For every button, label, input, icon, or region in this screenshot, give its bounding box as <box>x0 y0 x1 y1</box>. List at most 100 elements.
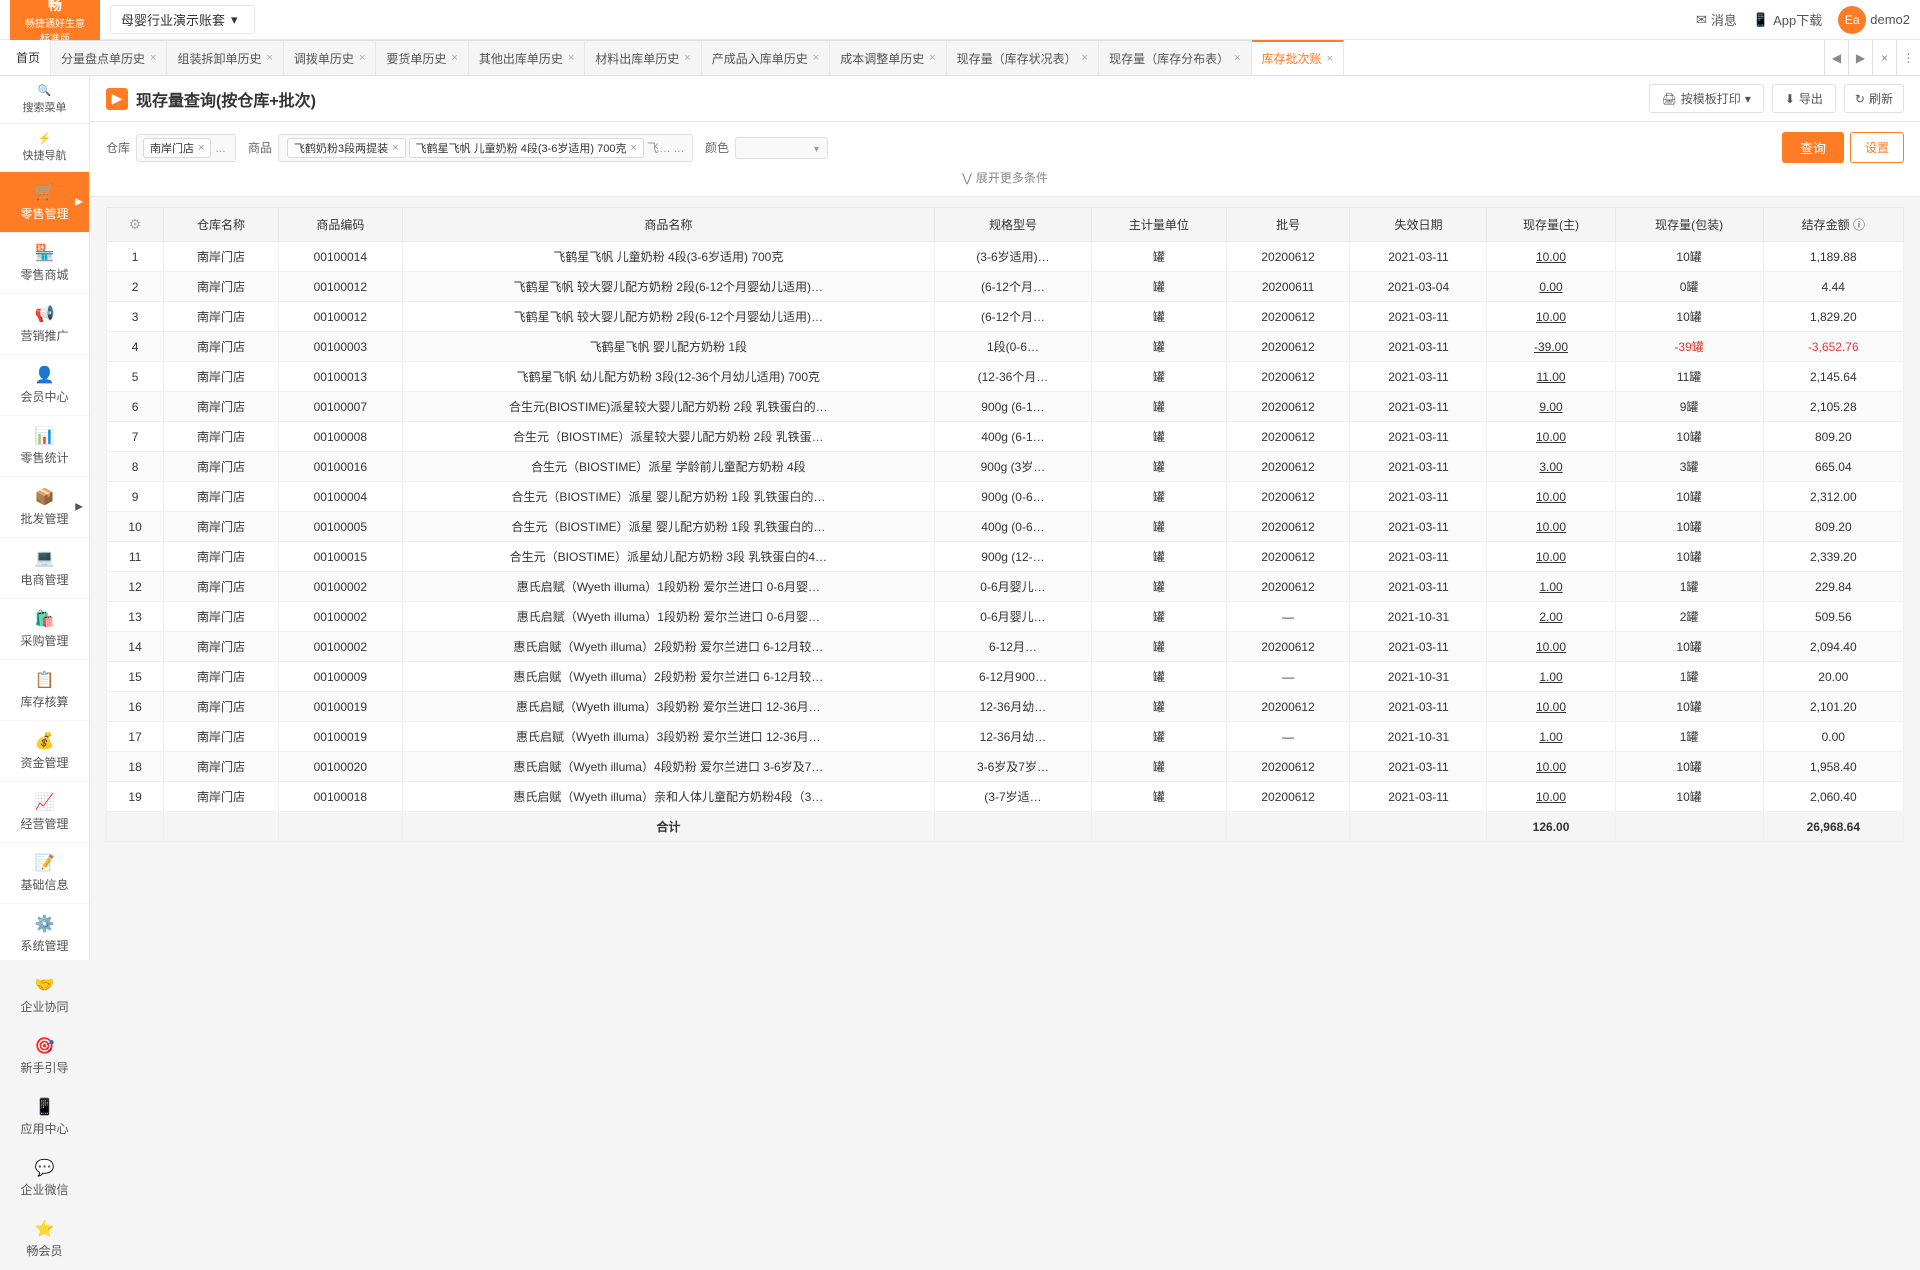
tab-combo-history[interactable]: 组装拆卸单历史 × <box>167 40 283 76</box>
tab-inventory-status[interactable]: 现存量（库存状况表） × <box>947 40 1099 76</box>
app-download-button[interactable]: 📱 App下载 <box>1753 10 1822 29</box>
warehouse-more-dots[interactable]: ... <box>215 141 225 155</box>
tab-close-icon[interactable]: × <box>1234 52 1240 64</box>
sidebar-item-shop[interactable]: 🏪 零售商城 <box>0 233 89 294</box>
cell-expire: 2021-03-04 <box>1350 272 1487 302</box>
toggle-sidebar-button[interactable]: ▶ <box>106 88 128 110</box>
expand-conditions-button[interactable]: ⋁ 展开更多条件 <box>962 169 1048 186</box>
sidebar-item-marketing[interactable]: 📢 营销推广 <box>0 294 89 355</box>
tab-close-icon[interactable]: × <box>451 52 457 64</box>
sidebar-search[interactable]: 🔍 搜索菜单 <box>0 76 89 124</box>
export-button[interactable]: ⬇ 导出 <box>1772 84 1836 113</box>
tab-material-out-history[interactable]: 材料出库单历史 × <box>585 40 701 76</box>
sidebar-item-purchase[interactable]: 🛍️ 采购管理 <box>0 599 89 660</box>
tab-product-in-history[interactable]: 产成品入库单历史 × <box>702 40 830 76</box>
cell-qty-main[interactable]: 10.00 <box>1487 302 1615 332</box>
warehouse-tag-container[interactable]: 南岸门店 × ... <box>136 134 236 162</box>
sidebar-item-retail-stats[interactable]: 📊 零售统计 <box>0 416 89 477</box>
product-tag-container[interactable]: 飞鹤奶粉3段两提装 × 飞鹤星飞帆 儿童奶粉 4段(3-6岁适用) 700克 ×… <box>278 134 693 162</box>
sidebar-item-operations[interactable]: 📈 经营管理 <box>0 782 89 843</box>
cell-qty-main[interactable]: 10.00 <box>1487 512 1615 542</box>
cell-expire: 2021-03-11 <box>1350 512 1487 542</box>
cell-qty-main[interactable]: 10.00 <box>1487 242 1615 272</box>
tab-cost-adjust-history[interactable]: 成本调整单历史 × <box>830 40 946 76</box>
tab-close-icon[interactable]: × <box>813 52 819 64</box>
cell-warehouse: 南岸门店 <box>164 482 279 512</box>
cell-name: 合生元（BIOSTIME）派星较大婴儿配方奶粉 2段 乳铁蛋… <box>402 422 934 452</box>
cell-warehouse: 南岸门店 <box>164 632 279 662</box>
sidebar-item-newbies[interactable]: 🎯 新手引导 <box>0 1026 89 1087</box>
product-more-dots[interactable]: ... <box>674 141 684 155</box>
tab-other-out-history[interactable]: 其他出库单历史 × <box>469 40 585 76</box>
tab-close-icon[interactable]: × <box>359 52 365 64</box>
tab-close-icon[interactable]: × <box>150 52 156 64</box>
cell-qty-main[interactable]: 10.00 <box>1487 632 1615 662</box>
table-row: 17 南岸门店 00100019 惠氏启赋（Wyeth illuma）3段奶粉 … <box>107 722 1904 752</box>
cell-qty-main[interactable]: 11.00 <box>1487 362 1615 392</box>
cell-qty-main[interactable]: 10.00 <box>1487 752 1615 782</box>
refresh-button[interactable]: ↻ 刷新 <box>1844 84 1904 113</box>
tab-inventory-dist[interactable]: 现存量（库存分布表） × <box>1099 40 1251 76</box>
cell-qty-main[interactable]: 10.00 <box>1487 482 1615 512</box>
workspace-selector[interactable]: 母婴行业演示账套 ▾ <box>110 5 255 34</box>
tab-split-history[interactable]: 分量盘点单历史 × <box>51 40 167 76</box>
print-button[interactable]: 🖨 按模板打印 ▾ <box>1649 84 1764 113</box>
cell-qty-main[interactable]: 10.00 <box>1487 782 1615 812</box>
tab-home[interactable]: 首页 <box>6 40 51 76</box>
sidebar-item-enterprise-wechat[interactable]: 💬 企业微信 <box>0 1148 89 1209</box>
sidebar-item-wholesale[interactable]: 📦 批发管理 ▶ <box>0 477 89 538</box>
tab-close-icon[interactable]: × <box>1327 53 1333 65</box>
tab-close-icon[interactable]: × <box>568 52 574 64</box>
cell-qty-main[interactable]: -39.00 <box>1487 332 1615 362</box>
sidebar-shortcuts[interactable]: ⚡ 快捷导航 <box>0 124 89 172</box>
tab-batch-query[interactable]: 库存批次账 × <box>1252 40 1344 76</box>
cell-no: 19 <box>107 782 164 812</box>
cell-qty-main[interactable]: 10.00 <box>1487 542 1615 572</box>
product-tag-2[interactable]: 飞鹤星飞帆 儿童奶粉 4段(3-6岁适用) 700克 × <box>409 138 644 158</box>
tab-close-icon[interactable]: × <box>929 52 935 64</box>
cell-qty-main[interactable]: 10.00 <box>1487 692 1615 722</box>
cell-name: 飞鹤星飞帆 幼儿配方奶粉 3段(12-36个月幼儿适用) 700克 <box>402 362 934 392</box>
tab-close-icon[interactable]: × <box>1082 52 1088 64</box>
cell-qty-main[interactable]: 1.00 <box>1487 722 1615 752</box>
tab-scroll-left[interactable]: ◀ <box>1824 40 1848 76</box>
tab-close-icon[interactable]: × <box>266 52 272 64</box>
product-tag-2-close[interactable]: × <box>630 142 636 154</box>
warehouse-tag-nanang[interactable]: 南岸门店 × <box>143 138 211 158</box>
sidebar-item-system[interactable]: ⚙️ 系统管理 <box>0 904 89 965</box>
warehouse-tag-close[interactable]: × <box>198 142 204 154</box>
sidebar-item-finance[interactable]: 💰 资金管理 <box>0 721 89 782</box>
setting-button[interactable]: 设置 <box>1850 132 1904 163</box>
product-tag-1[interactable]: 飞鹤奶粉3段两提装 × <box>287 138 406 158</box>
tab-allot-history[interactable]: 调拨单历史 × <box>284 40 376 76</box>
sidebar-item-inventory[interactable]: 📋 库存核算 <box>0 660 89 721</box>
sidebar-item-enterprise[interactable]: 🤝 企业协同 <box>0 965 89 1026</box>
user-area[interactable]: Ea demo2 <box>1838 6 1910 34</box>
sidebar-item-ecommerce[interactable]: 💻 电商管理 <box>0 538 89 599</box>
settings-gear-icon[interactable]: ⚙ <box>129 216 142 232</box>
cell-qty-main[interactable]: 1.00 <box>1487 662 1615 692</box>
sidebar-item-app-center[interactable]: 📱 应用中心 <box>0 1087 89 1148</box>
color-selector[interactable]: ▾ <box>735 137 828 159</box>
cell-qty-main[interactable]: 0.00 <box>1487 272 1615 302</box>
sidebar-item-vip[interactable]: ⭐ 畅会员 <box>0 1209 89 1270</box>
cell-qty-main[interactable]: 9.00 <box>1487 392 1615 422</box>
tab-menu[interactable]: ⋮ <box>1896 40 1920 76</box>
tab-scroll-right[interactable]: ▶ <box>1848 40 1872 76</box>
cell-qty-main[interactable]: 10.00 <box>1487 422 1615 452</box>
sidebar-item-member[interactable]: 👤 会员中心 <box>0 355 89 416</box>
tab-close-all[interactable]: × <box>1872 40 1896 76</box>
tab-request-history[interactable]: 要货单历史 × <box>376 40 468 76</box>
color-filter-label: 颜色 <box>705 139 729 156</box>
message-button[interactable]: ✉ 消息 <box>1696 10 1737 29</box>
cell-batch: — <box>1226 602 1350 632</box>
query-button[interactable]: 查询 <box>1782 132 1844 163</box>
tab-close-icon[interactable]: × <box>684 52 690 64</box>
cell-qty-main[interactable]: 2.00 <box>1487 602 1615 632</box>
product-tag-1-close[interactable]: × <box>392 142 398 154</box>
cell-qty-pack: 0罐 <box>1615 272 1763 302</box>
sidebar-item-basic-info[interactable]: 📝 基础信息 <box>0 843 89 904</box>
cell-qty-main[interactable]: 1.00 <box>1487 572 1615 602</box>
sidebar-item-retail[interactable]: 🛒 零售管理 ▶ <box>0 172 89 233</box>
cell-qty-main[interactable]: 3.00 <box>1487 452 1615 482</box>
